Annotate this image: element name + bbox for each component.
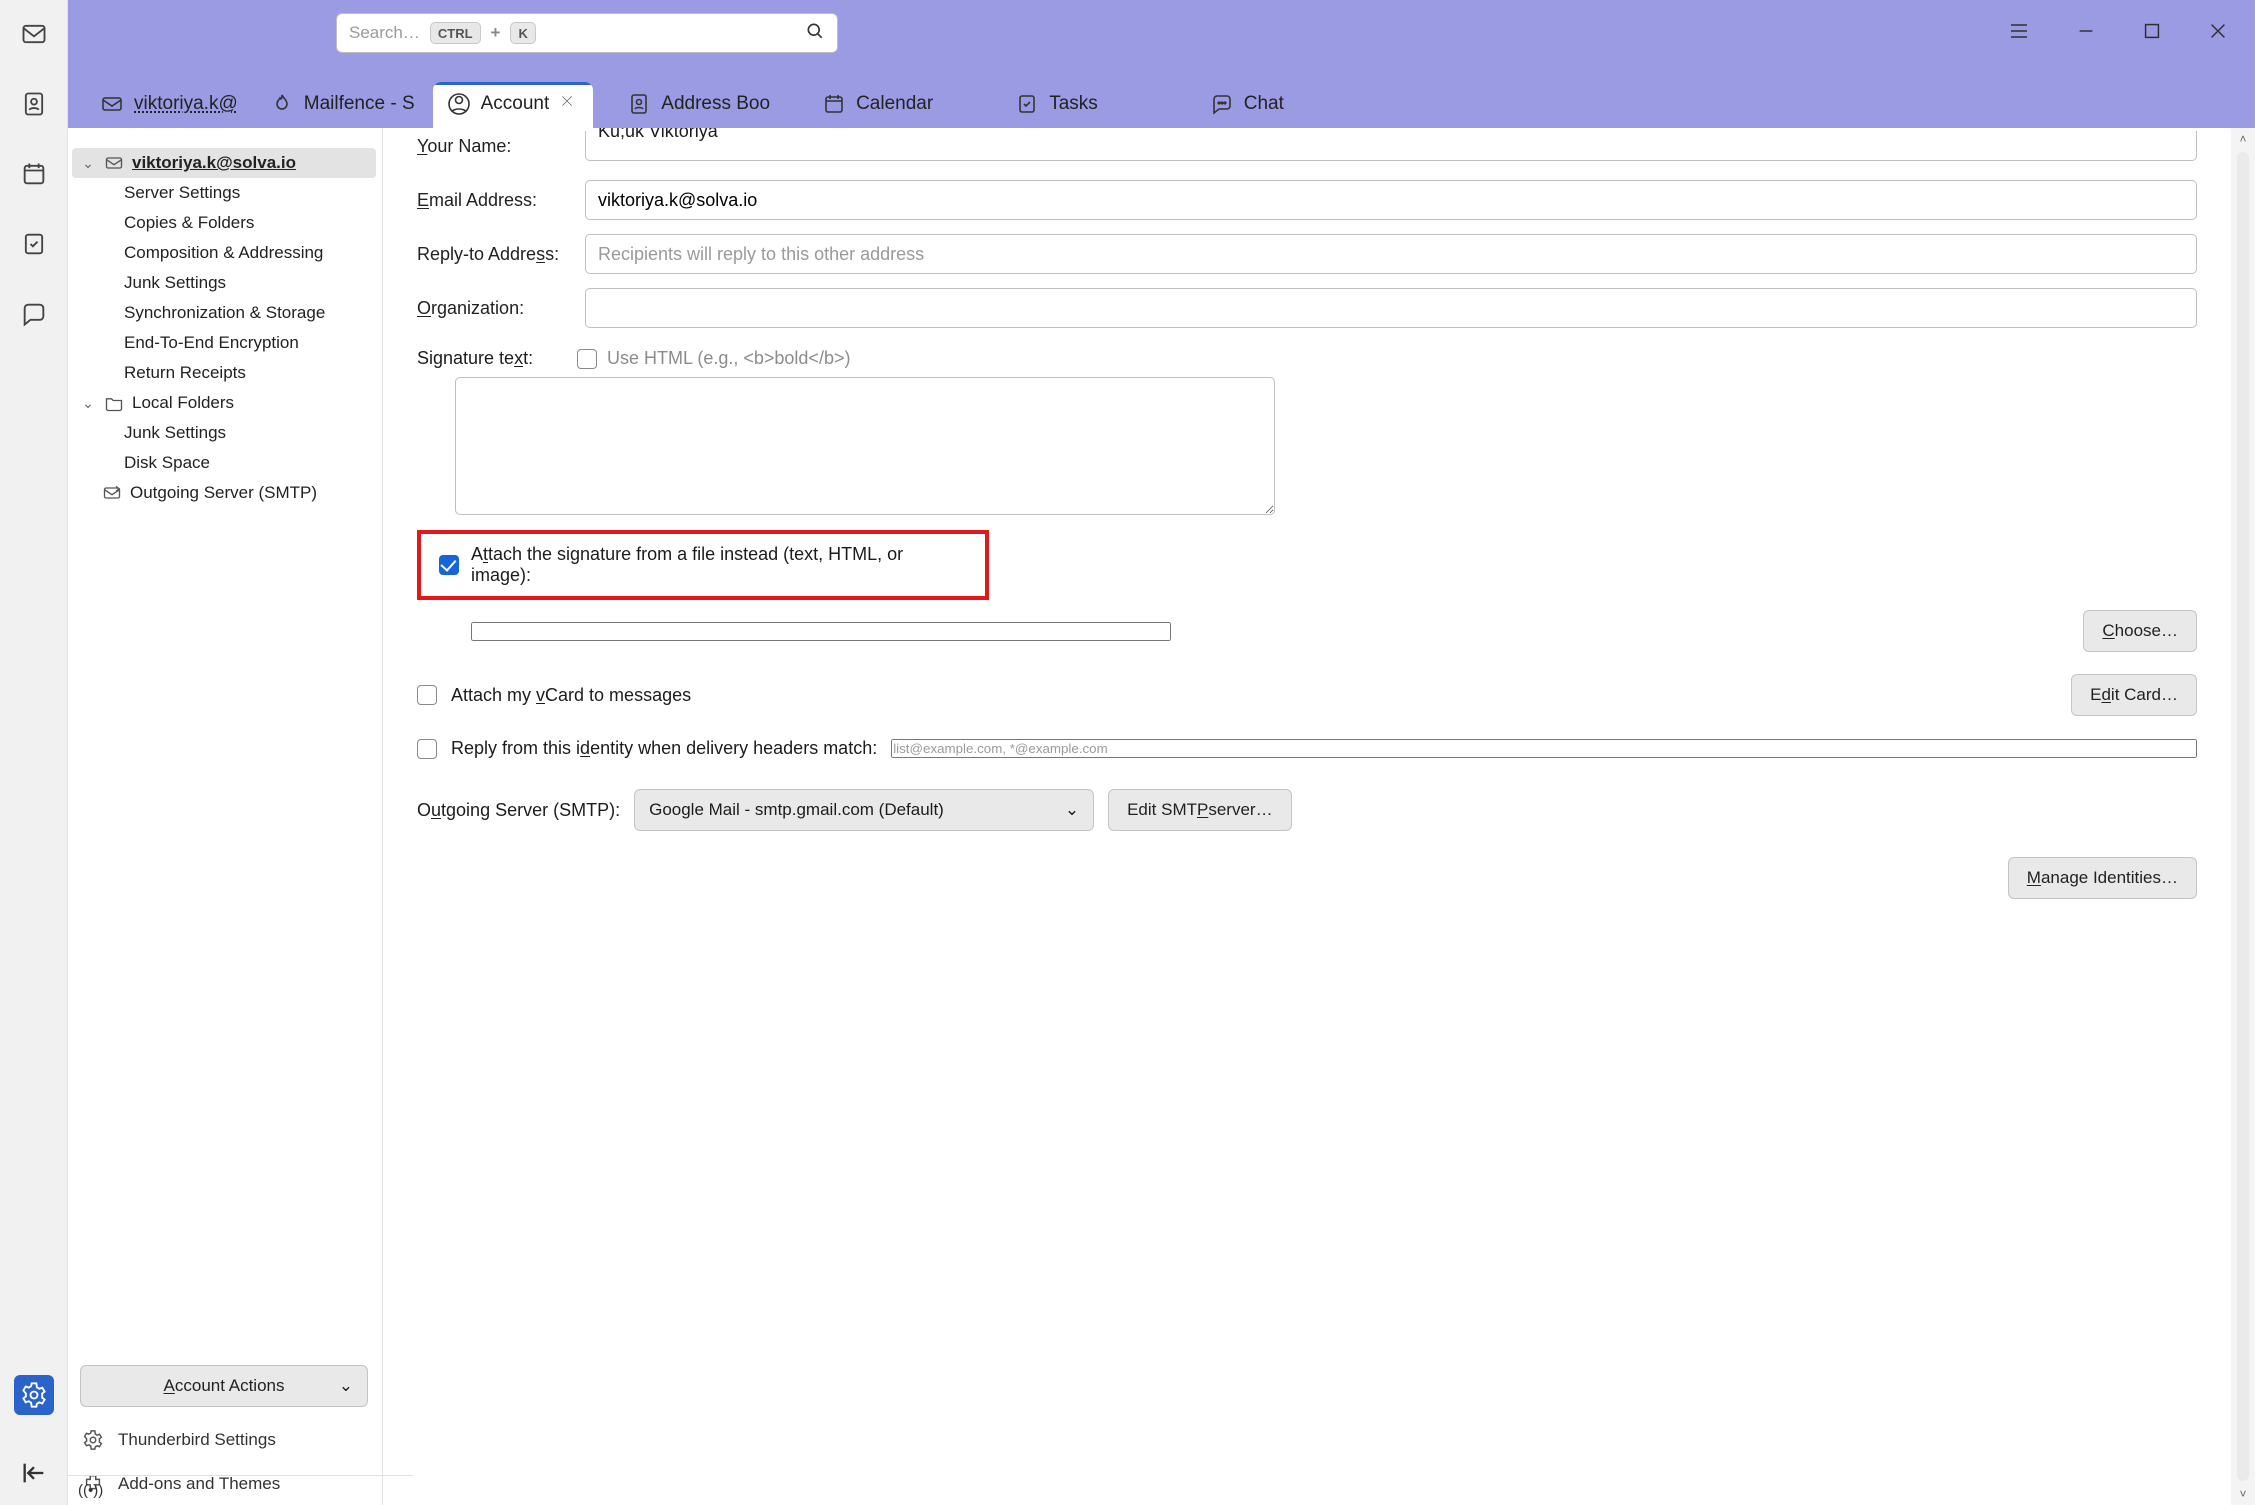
scroll-down-arrow[interactable]: ˅ xyxy=(2231,1483,2255,1505)
vertical-scrollbar[interactable]: ˄ ˅ xyxy=(2231,128,2255,1505)
smtp-select[interactable]: Google Mail - smtp.gmail.com (Default) ⌄ xyxy=(634,789,1094,831)
calendar-space-icon[interactable] xyxy=(14,154,54,194)
reply-identity-checkbox[interactable] xyxy=(417,739,437,759)
search-icon xyxy=(805,21,825,46)
sidebar-return-receipts[interactable]: Return Receipts xyxy=(72,358,376,388)
manage-identities-button[interactable]: Manage Identities… xyxy=(2008,857,2197,899)
activity-indicator-icon: ((•)) xyxy=(78,1482,103,1499)
account-sidebar: ⌄ viktoriya.k@solva.io Server Settings C… xyxy=(68,128,383,1505)
minimize-button[interactable] xyxy=(2075,20,2097,47)
account-actions-button[interactable]: Account Actions ⌄ xyxy=(80,1365,368,1407)
tasks-space-icon[interactable] xyxy=(14,224,54,264)
global-search[interactable]: Search… CTRL + K xyxy=(336,13,838,53)
attach-vcard-checkbox[interactable] xyxy=(417,685,437,705)
kbd-plus: + xyxy=(491,23,501,43)
reply-to-label: Reply-to Address: xyxy=(417,244,567,265)
collapse-spaces-icon[interactable] xyxy=(0,1441,68,1505)
signature-textarea[interactable] xyxy=(455,377,1275,515)
organization-label: Organization: xyxy=(417,298,567,319)
choose-file-button[interactable]: Choose… xyxy=(2083,610,2197,652)
sidebar-e2e[interactable]: End-To-End Encryption xyxy=(72,328,376,358)
signature-text-label: Signature text: xyxy=(417,348,567,369)
chevron-down-icon: ⌄ xyxy=(339,1376,353,1396)
your-name-label: Your Name: xyxy=(417,136,567,157)
your-name-field[interactable]: Ku;uk Viktoriya xyxy=(585,131,2197,161)
close-tab-icon[interactable] xyxy=(559,93,575,115)
reply-identity-field[interactable] xyxy=(891,739,2197,758)
settings-space-icon[interactable] xyxy=(14,1375,54,1415)
sidebar-outgoing-smtp[interactable]: Outgoing Server (SMTP) xyxy=(72,478,376,508)
chevron-down-icon: ⌄ xyxy=(80,155,96,172)
tab-address-book[interactable]: Address Boo xyxy=(613,82,788,128)
tab-mail-account[interactable]: viktoriya.k@ xyxy=(86,82,256,128)
maximize-button[interactable] xyxy=(2141,20,2163,47)
chevron-down-icon: ⌄ xyxy=(1065,800,1079,820)
scroll-track[interactable] xyxy=(2237,152,2249,1481)
chat-space-icon[interactable] xyxy=(14,294,54,334)
reply-to-field[interactable] xyxy=(585,234,2197,274)
tab-bar: viktoriya.k@ Mailfence - S Account Addre… xyxy=(68,66,2255,128)
addressbook-space-icon[interactable] xyxy=(14,84,54,124)
reply-identity-label: Reply from this identity when delivery h… xyxy=(451,738,877,759)
status-bar: ((•)) xyxy=(68,1475,413,1505)
app-menu-icon[interactable] xyxy=(2007,19,2031,48)
search-placeholder: Search… xyxy=(349,23,420,43)
edit-smtp-button[interactable]: Edit SMTP server… xyxy=(1108,789,1291,831)
sidebar-composition[interactable]: Composition & Addressing xyxy=(72,238,376,268)
thunderbird-settings-link[interactable]: Thunderbird Settings xyxy=(82,1429,370,1451)
kbd-k: K xyxy=(510,22,535,44)
email-label: Email Address: xyxy=(417,190,567,211)
smtp-label: Outgoing Server (SMTP): xyxy=(417,800,620,821)
edit-card-button[interactable]: Edit Card… xyxy=(2071,674,2197,716)
titlebar: Search… CTRL + K xyxy=(68,0,2255,66)
sidebar-sync-storage[interactable]: Synchronization & Storage xyxy=(72,298,376,328)
tab-tasks[interactable]: Tasks xyxy=(1001,82,1116,128)
sidebar-local-folders[interactable]: ⌄ Local Folders xyxy=(72,388,376,418)
sidebar-junk[interactable]: Junk Settings xyxy=(72,268,376,298)
sidebar-account-main[interactable]: ⌄ viktoriya.k@solva.io xyxy=(72,148,376,178)
tab-account-settings[interactable]: Account xyxy=(433,82,594,128)
attach-signature-file-checkbox[interactable] xyxy=(439,555,459,575)
mail-space-icon[interactable] xyxy=(14,14,54,54)
attach-signature-file-label: Attach the signature from a file instead… xyxy=(471,544,967,586)
scroll-up-arrow[interactable]: ˄ xyxy=(2231,128,2255,150)
signature-file-path-field[interactable] xyxy=(471,622,1171,641)
email-field[interactable] xyxy=(585,180,2197,220)
use-html-label: Use HTML (e.g., <b>bold</b>) xyxy=(607,348,850,369)
tab-calendar[interactable]: Calendar xyxy=(808,82,951,128)
sidebar-copies-folders[interactable]: Copies & Folders xyxy=(72,208,376,238)
sidebar-lf-disk[interactable]: Disk Space xyxy=(72,448,376,478)
organization-field[interactable] xyxy=(585,288,2197,328)
tab-chat[interactable]: Chat xyxy=(1196,82,1302,128)
account-settings-content: Your Name: Ku;uk Viktoriya Email Address… xyxy=(383,128,2231,1505)
spaces-toolbar xyxy=(0,0,68,1505)
use-html-checkbox[interactable] xyxy=(577,349,597,369)
kbd-ctrl: CTRL xyxy=(430,22,481,44)
sidebar-server-settings[interactable]: Server Settings xyxy=(72,178,376,208)
tab-mailfence[interactable]: Mailfence - S xyxy=(256,82,433,128)
attach-vcard-label: Attach my vCard to messages xyxy=(451,685,691,706)
chevron-down-icon: ⌄ xyxy=(80,395,96,412)
close-window-button[interactable] xyxy=(2207,20,2229,47)
sidebar-lf-junk[interactable]: Junk Settings xyxy=(72,418,376,448)
highlight-attach-signature: Attach the signature from a file instead… xyxy=(417,530,989,600)
